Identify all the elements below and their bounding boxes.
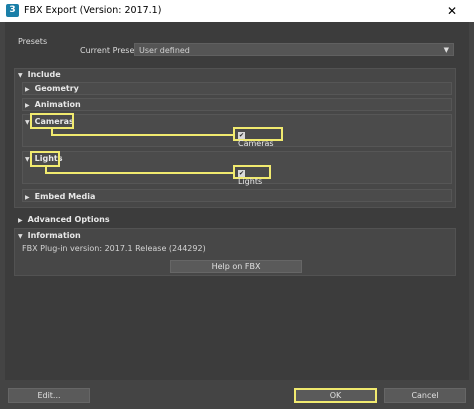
lights-header-highlight [30,151,60,167]
include-section-header[interactable]: ▼ Include [18,70,61,79]
geometry-label: Geometry [34,84,79,93]
embed-media-header[interactable]: ▶ Embed Media [25,192,95,201]
title-bar: 3 FBX Export (Version: 2017.1) ✕ [0,0,474,22]
collapsed-triangle-icon: ▶ [25,102,30,109]
cancel-button[interactable]: Cancel [384,388,466,403]
expanded-triangle-icon: ▼ [18,233,23,240]
expanded-triangle-icon: ▼ [25,119,30,126]
animation-label: Animation [34,100,81,109]
expanded-triangle-icon: ▼ [25,156,30,163]
expanded-triangle-icon: ▼ [18,72,23,79]
help-on-fbx-button[interactable]: Help on FBX [170,260,302,273]
ok-button[interactable]: OK [294,388,377,403]
collapsed-triangle-icon: ▶ [25,86,30,93]
lights-connector-arrow [45,172,234,174]
collapsed-triangle-icon: ▶ [25,194,30,201]
embed-media-label: Embed Media [34,192,96,201]
check-icon: ✔ [238,132,245,139]
close-button[interactable]: ✕ [430,1,474,21]
information-label: Information [27,231,81,240]
presets-section-label: Presets [18,37,48,46]
geometry-header[interactable]: ▶ Geometry [25,84,79,93]
cameras-header-highlight [30,113,74,129]
edit-button[interactable]: Edit... [8,388,90,403]
collapsed-triangle-icon: ▶ [18,217,23,224]
cameras-checkbox[interactable]: ✔Cameras [233,127,283,148]
advanced-options-header[interactable]: ▶ Advanced Options [18,215,110,224]
current-preset-dropdown[interactable]: User defined ▼ [134,43,454,56]
information-header[interactable]: ▼ Information [18,231,81,240]
animation-header[interactable]: ▶ Animation [25,100,81,109]
lights-checkbox-label: Lights [238,177,263,186]
advanced-options-label: Advanced Options [27,215,110,224]
window-title: FBX Export (Version: 2017.1) [24,5,162,16]
chevron-down-icon: ▼ [443,46,449,54]
cameras-connector-arrow [51,134,234,136]
include-label: Include [27,70,61,79]
current-preset-value: User defined [139,46,190,55]
lights-checkbox[interactable]: ✔Lights [233,165,271,186]
check-icon: ✔ [238,170,245,177]
current-preset-label: Current Preset: [80,46,141,55]
3dsmax-app-icon: 3 [6,4,19,17]
animation-rollout [22,98,452,111]
plugin-version-text: FBX Plug-in version: 2017.1 Release (244… [22,244,206,253]
cameras-checkbox-label: Cameras [238,139,274,148]
geometry-rollout [22,82,452,95]
